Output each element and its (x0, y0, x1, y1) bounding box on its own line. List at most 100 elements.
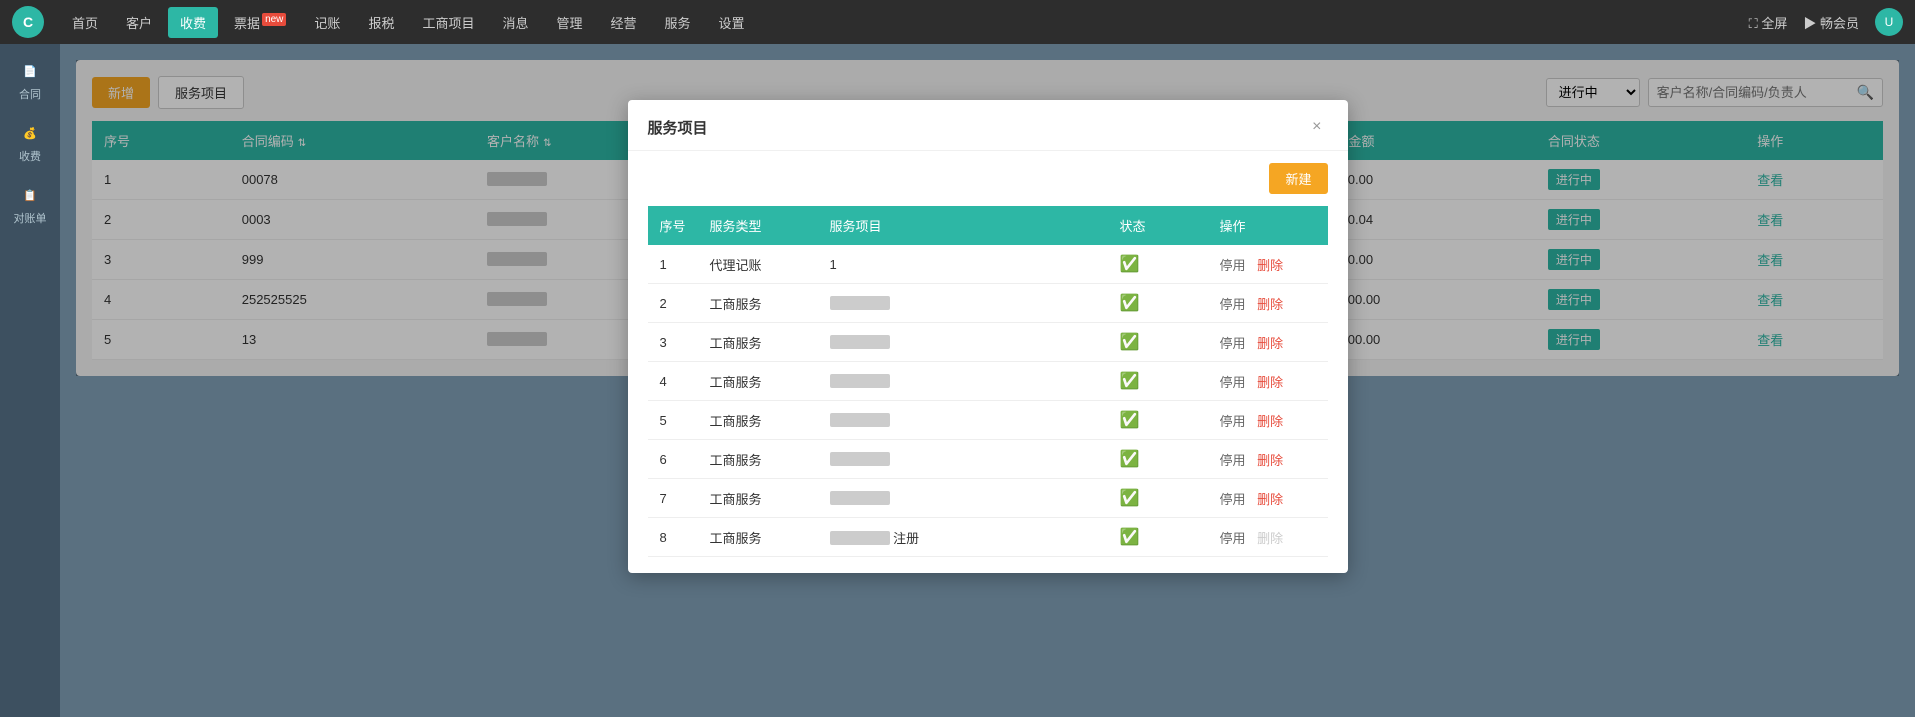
status-check-icon: ✅ (1120, 295, 1140, 312)
modal-table-row: 5 工商服务 ✅ 停用 删除 (648, 401, 1328, 440)
modal-cell-item (818, 479, 1108, 518)
modal-cell-type: 工商服务 (698, 479, 818, 518)
member-btn[interactable]: ▶ 畅会员 (1803, 13, 1859, 32)
modal-cell-status: ✅ (1108, 245, 1208, 284)
modal-cell-item: 注册 (818, 518, 1108, 557)
stop-button[interactable]: 停用 (1220, 453, 1246, 468)
stop-button[interactable]: 停用 (1220, 258, 1246, 273)
stop-button[interactable]: 停用 (1220, 492, 1246, 507)
delete-button[interactable]: 删除 (1257, 258, 1283, 273)
status-check-icon: ✅ (1120, 412, 1140, 429)
nav-items: 首页 客户 收费 票据new 记账 报税 工商项目 消息 管理 经营 服务 设置 (60, 7, 1749, 38)
modal-cell-type: 工商服务 (698, 518, 818, 557)
nav-item-message[interactable]: 消息 (490, 7, 540, 38)
modal-table-row: 2 工商服务 ✅ 停用 删除 (648, 284, 1328, 323)
modal-cell-action: 停用 删除 (1208, 479, 1328, 518)
stop-button[interactable]: 停用 (1220, 414, 1246, 429)
modal-table-row: 7 工商服务 ✅ 停用 删除 (648, 479, 1328, 518)
modal-cell-item (818, 323, 1108, 362)
sidebar-item-fee[interactable]: 💰 收费 (4, 114, 56, 172)
sidebar-item-statement[interactable]: 📋 对账单 (4, 176, 56, 234)
modal-table: 序号 服务类型 服务项目 状态 操作 1 代理记账 1 ✅ 停用 (648, 206, 1328, 557)
status-check-icon: ✅ (1120, 490, 1140, 507)
status-check-icon: ✅ (1120, 529, 1140, 546)
delete-button[interactable]: 删除 (1257, 492, 1283, 507)
modal-cell-seq: 3 (648, 323, 698, 362)
delete-button: 删除 (1257, 531, 1283, 546)
sidebar-item-contract[interactable]: 📄 合同 (4, 52, 56, 110)
modal-cell-seq: 2 (648, 284, 698, 323)
modal-cell-action: 停用 删除 (1208, 401, 1328, 440)
modal-col-seq: 序号 (648, 206, 698, 245)
modal-cell-seq: 8 (648, 518, 698, 557)
modal-cell-type: 工商服务 (698, 401, 818, 440)
stop-button[interactable]: 停用 (1220, 336, 1246, 351)
nav-item-invoice[interactable]: 票据new (222, 7, 298, 38)
avatar[interactable]: U (1875, 8, 1903, 36)
modal-cell-item: 1 (818, 245, 1108, 284)
modal-col-action: 操作 (1208, 206, 1328, 245)
fullscreen-btn[interactable]: ⛶ 全屏 (1749, 13, 1788, 32)
nav-item-operation[interactable]: 经营 (599, 7, 649, 38)
nav-item-service[interactable]: 服务 (653, 7, 703, 38)
modal-cell-type: 工商服务 (698, 362, 818, 401)
delete-button[interactable]: 删除 (1257, 453, 1283, 468)
modal-cell-seq: 4 (648, 362, 698, 401)
content-panel: 新增 服务项目 进行中 已结束 全部 🔍 (76, 60, 1899, 376)
modal-body: 序号 服务类型 服务项目 状态 操作 1 代理记账 1 ✅ 停用 (628, 206, 1348, 573)
main-content: 新增 服务项目 进行中 已结束 全部 🔍 (60, 44, 1915, 717)
stop-button[interactable]: 停用 (1220, 297, 1246, 312)
modal-toolbar: 新建 (628, 151, 1348, 206)
stop-button[interactable]: 停用 (1220, 531, 1246, 546)
statement-icon: 📋 (19, 184, 41, 206)
modal-cell-type: 工商服务 (698, 323, 818, 362)
contract-icon: 📄 (19, 60, 41, 82)
sidebar: 📄 合同 💰 收费 📋 对账单 (0, 44, 60, 717)
nav-item-bookkeeping[interactable]: 记账 (302, 7, 352, 38)
modal-table-row: 3 工商服务 ✅ 停用 删除 (648, 323, 1328, 362)
status-check-icon: ✅ (1120, 373, 1140, 390)
delete-button[interactable]: 删除 (1257, 375, 1283, 390)
modal-cell-action: 停用 删除 (1208, 362, 1328, 401)
stop-button[interactable]: 停用 (1220, 375, 1246, 390)
nav-item-customer[interactable]: 客户 (114, 7, 164, 38)
new-badge: new (262, 13, 286, 26)
main-layout: 📄 合同 💰 收费 📋 对账单 新增 服务项目 进行中 已结束 全部 (0, 44, 1915, 717)
modal-cell-status: ✅ (1108, 518, 1208, 557)
modal-cell-status: ✅ (1108, 362, 1208, 401)
status-check-icon: ✅ (1120, 256, 1140, 273)
logo: C (12, 6, 44, 38)
nav-right: ⛶ 全屏 ▶ 畅会员 U (1749, 8, 1903, 36)
nav-item-tax[interactable]: 报税 (356, 7, 406, 38)
delete-button[interactable]: 删除 (1257, 297, 1283, 312)
nav-item-home[interactable]: 首页 (60, 7, 110, 38)
nav-item-settings[interactable]: 设置 (707, 7, 757, 38)
modal-col-item: 服务项目 (818, 206, 1108, 245)
service-item-modal: 服务项目 × 新建 序号 服务类型 服务项目 (628, 100, 1348, 573)
modal-cell-item (818, 362, 1108, 401)
modal-cell-action: 停用 删除 (1208, 518, 1328, 557)
modal-table-row: 8 工商服务 注册 ✅ 停用 删除 (648, 518, 1328, 557)
modal-close-button[interactable]: × (1306, 116, 1327, 138)
modal-cell-type: 工商服务 (698, 284, 818, 323)
delete-button[interactable]: 删除 (1257, 336, 1283, 351)
modal-cell-action: 停用 删除 (1208, 245, 1328, 284)
nav-item-manage[interactable]: 管理 (544, 7, 594, 38)
modal-cell-status: ✅ (1108, 479, 1208, 518)
modal-cell-seq: 7 (648, 479, 698, 518)
modal-cell-item (818, 440, 1108, 479)
delete-button[interactable]: 删除 (1257, 414, 1283, 429)
modal-cell-status: ✅ (1108, 401, 1208, 440)
modal-col-status: 状态 (1108, 206, 1208, 245)
modal-cell-status: ✅ (1108, 440, 1208, 479)
modal-cell-type: 工商服务 (698, 440, 818, 479)
modal-cell-seq: 5 (648, 401, 698, 440)
modal-cell-action: 停用 删除 (1208, 323, 1328, 362)
status-check-icon: ✅ (1120, 334, 1140, 351)
nav-item-fee[interactable]: 收费 (168, 7, 218, 38)
modal-new-button[interactable]: 新建 (1269, 163, 1327, 194)
modal-cell-action: 停用 删除 (1208, 284, 1328, 323)
modal-title: 服务项目 (648, 117, 708, 138)
modal-cell-seq: 6 (648, 440, 698, 479)
nav-item-business[interactable]: 工商项目 (410, 7, 486, 38)
